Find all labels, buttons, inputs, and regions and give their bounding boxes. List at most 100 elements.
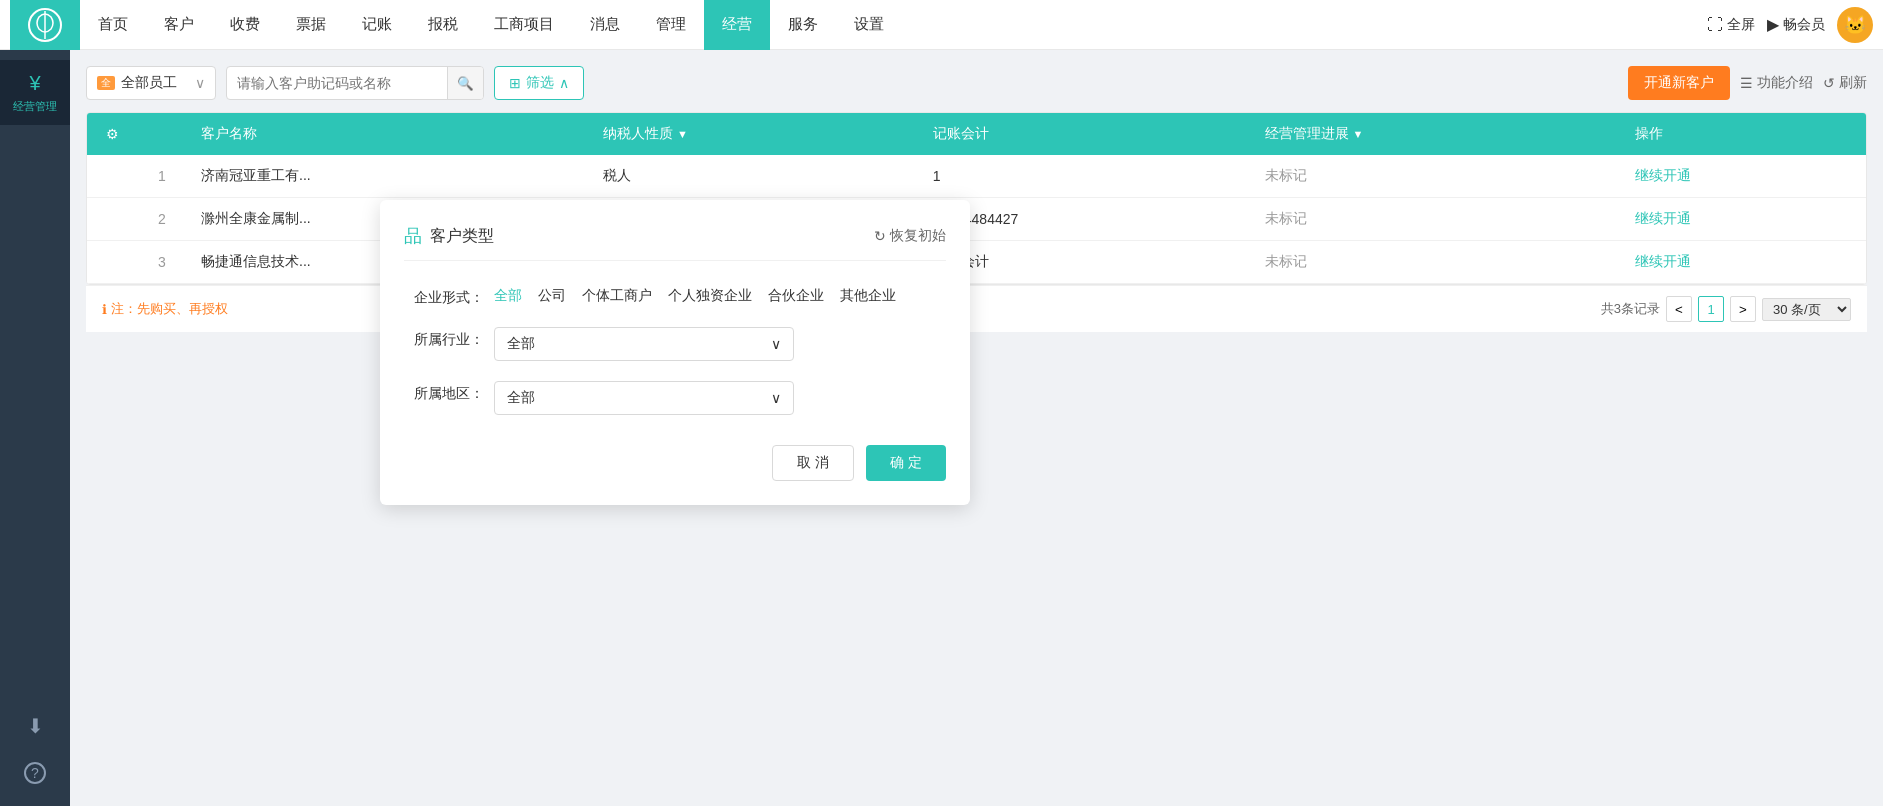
footer-note: ℹ 注：先购买、再授权 — [102, 300, 228, 318]
sidebar-item-help[interactable]: ? — [0, 750, 70, 796]
table-row: 1 济南冠亚重工有... 税人 1 未标记 继续开通 — [87, 155, 1866, 198]
industry-form-row: 所属行业： 全部 ∨ — [404, 327, 946, 361]
table-footer: ℹ 注：先购买、再授权 共3条记录 < 1 > 30 条/页50 条/页100 … — [86, 285, 1867, 332]
region-form-row: 所属地区： 全部 ∨ — [404, 381, 946, 415]
td-num-2: 2 — [137, 198, 187, 241]
nav-item-invoice[interactable]: 票据 — [278, 0, 344, 50]
sidebar-bottom: ⬇ ? — [0, 702, 70, 806]
fullscreen-btn[interactable]: ⛶ 全屏 — [1707, 16, 1755, 34]
filter-icon: ⊞ — [509, 75, 521, 91]
td-action-3[interactable]: 继续开通 — [1621, 241, 1866, 284]
region-label: 所属地区： — [404, 381, 484, 403]
restore-btn[interactable]: ↻ 恢复初始 — [874, 227, 946, 245]
th-name: 客户名称 — [187, 113, 589, 155]
td-bookkeeper-1: 1 — [919, 155, 1251, 198]
nav-item-bizproject[interactable]: 工商项目 — [476, 0, 572, 50]
td-num-1: 1 — [137, 155, 187, 198]
prev-page-btn[interactable]: < — [1666, 296, 1692, 322]
th-progress: 经营管理进展 ▼ — [1251, 113, 1621, 155]
member-icon: ▶ — [1767, 15, 1779, 34]
current-page: 1 — [1698, 296, 1724, 322]
nav-item-service[interactable]: 服务 — [770, 0, 836, 50]
type-partnership[interactable]: 合伙企业 — [768, 285, 824, 307]
type-other[interactable]: 其他企业 — [840, 285, 896, 307]
func-intro-icon: ☰ — [1740, 75, 1753, 91]
chevron-down-icon: ∨ — [771, 336, 781, 352]
search-button[interactable]: 🔍 — [447, 66, 483, 100]
type-sole[interactable]: 个人独资企业 — [668, 285, 752, 307]
logo-area — [10, 0, 80, 50]
search-icon: 🔍 — [457, 76, 474, 91]
yuan-icon: ¥ — [29, 72, 40, 95]
employee-select[interactable]: 全 全部员工 ∨ — [86, 66, 216, 100]
type-all[interactable]: 全部 — [494, 285, 522, 307]
restore-icon: ↻ — [874, 228, 886, 244]
filter-icon-quality[interactable]: ▼ — [677, 128, 688, 140]
td-settings — [87, 155, 137, 198]
nav-right: ⛶ 全屏 ▶ 畅会员 🐱 — [1707, 7, 1873, 43]
type-company[interactable]: 公司 — [538, 285, 566, 307]
refresh-icon: ↺ — [1823, 75, 1835, 91]
td-quality-1: 税人 — [589, 155, 919, 198]
dialog-footer: 取 消 确 定 — [404, 445, 946, 481]
td-action-2[interactable]: 继续开通 — [1621, 198, 1866, 241]
nav-item-billing[interactable]: 收费 — [212, 0, 278, 50]
logo-icon — [27, 7, 63, 43]
nav-item-bookkeeping[interactable]: 记账 — [344, 0, 410, 50]
filter-icon-progress[interactable]: ▼ — [1352, 128, 1363, 140]
type-individual[interactable]: 个体工商户 — [582, 285, 652, 307]
collapse-icon: ∧ — [559, 75, 569, 91]
new-customer-button[interactable]: 开通新客户 — [1628, 66, 1730, 100]
main-layout: ¥ 经营管理 ⬇ ? 全 全部员工 ∨ 🔍 — [0, 50, 1883, 806]
func-intro-button[interactable]: ☰ 功能介绍 — [1740, 74, 1813, 92]
nav-item-tax[interactable]: 报税 — [410, 0, 476, 50]
chevron-down-icon: ∨ — [771, 390, 781, 406]
filter-dialog: 品 客户类型 ↻ 恢复初始 企业形式： 全部 公司 个体工商户 个人独资企业 合 — [380, 200, 970, 505]
data-table: ⚙ 客户名称 纳税人性质 ▼ 记账会计 经营管理进展 ▼ 操 — [86, 112, 1867, 285]
th-type-quality: 纳税人性质 ▼ — [589, 113, 919, 155]
th-settings[interactable]: ⚙ — [87, 113, 137, 155]
filter-button[interactable]: ⊞ 筛选 ∧ — [494, 66, 584, 100]
sidebar-item-download[interactable]: ⬇ — [0, 702, 70, 750]
table-row: 2 滁州全康金属制... 税人 18194484427 未标记 继续开通 — [87, 198, 1866, 241]
continue-btn-3[interactable]: 继续开通 — [1635, 253, 1691, 271]
td-progress-2: 未标记 — [1251, 198, 1621, 241]
confirm-button[interactable]: 确 定 — [866, 445, 946, 481]
continue-btn-1[interactable]: 继续开通 — [1635, 167, 1691, 185]
member-btn[interactable]: ▶ 畅会员 — [1767, 15, 1825, 34]
nav-item-operation[interactable]: 经营 — [704, 0, 770, 50]
td-num-3: 3 — [137, 241, 187, 284]
td-action-1[interactable]: 继续开通 — [1621, 155, 1866, 198]
enterprise-form-label: 企业形式： — [404, 285, 484, 307]
nav-item-settings[interactable]: 设置 — [836, 0, 902, 50]
region-dropdown[interactable]: 全部 ∨ — [494, 381, 794, 415]
settings-icon: ⚙ — [106, 126, 119, 142]
td-progress-1: 未标记 — [1251, 155, 1621, 198]
th-bookkeeper: 记账会计 — [919, 113, 1251, 155]
per-page-select[interactable]: 30 条/页50 条/页100 条/页 — [1762, 298, 1851, 321]
employee-icon: 全 — [97, 76, 115, 90]
sidebar-item-operation-mgmt[interactable]: ¥ 经营管理 — [0, 60, 70, 125]
search-box: 🔍 — [226, 66, 484, 100]
industry-dropdown[interactable]: 全部 ∨ — [494, 327, 794, 361]
continue-btn-2[interactable]: 继续开通 — [1635, 210, 1691, 228]
pagination: 共3条记录 < 1 > 30 条/页50 条/页100 条/页 — [1601, 296, 1851, 322]
industry-label: 所属行业： — [404, 327, 484, 349]
dialog-title-icon: 品 — [404, 224, 422, 248]
download-icon: ⬇ — [27, 714, 44, 738]
cancel-button[interactable]: 取 消 — [772, 445, 854, 481]
td-name-1: 济南冠亚重工有... — [187, 155, 589, 198]
next-page-btn[interactable]: > — [1730, 296, 1756, 322]
nav-item-message[interactable]: 消息 — [572, 0, 638, 50]
search-input[interactable] — [227, 75, 447, 91]
nav-item-customer[interactable]: 客户 — [146, 0, 212, 50]
help-icon: ? — [24, 762, 46, 784]
nav-item-home[interactable]: 首页 — [80, 0, 146, 50]
nav-item-manage[interactable]: 管理 — [638, 0, 704, 50]
dialog-title: 品 客户类型 — [404, 224, 494, 248]
chevron-down-icon: ∨ — [195, 75, 205, 91]
refresh-button[interactable]: ↺ 刷新 — [1823, 74, 1867, 92]
avatar[interactable]: 🐱 — [1837, 7, 1873, 43]
td-progress-3: 未标记 — [1251, 241, 1621, 284]
nav-items: 首页 客户 收费 票据 记账 报税 工商项目 消息 管理 经营 服务 设置 — [80, 0, 1707, 50]
